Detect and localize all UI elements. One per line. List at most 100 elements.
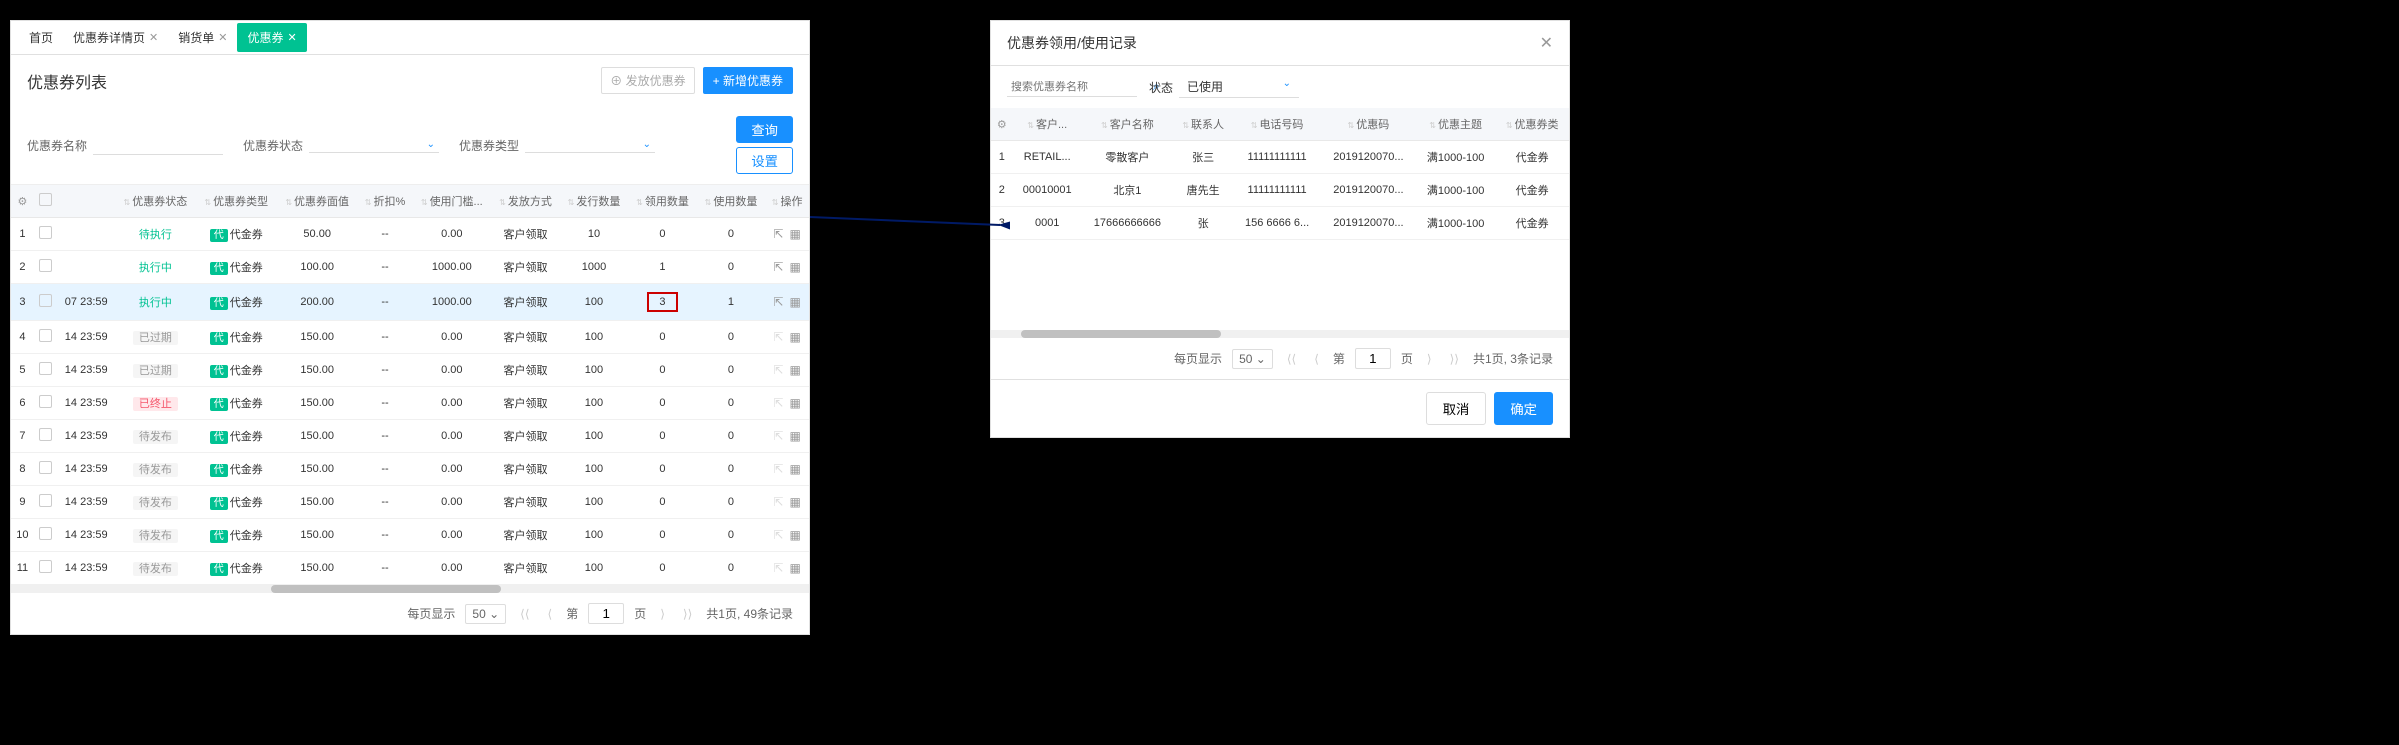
table-row[interactable]: 7 14 23:59 待发布 代代金券 150.00 -- 0.00 客户领取 … bbox=[11, 420, 809, 453]
claimed-count[interactable]: 0 bbox=[628, 519, 697, 552]
tab-优惠券详情页[interactable]: 优惠券详情页✕ bbox=[63, 23, 168, 52]
tab-首页[interactable]: 首页 bbox=[19, 23, 63, 52]
page-last-icon[interactable]: ⟩⟩ bbox=[679, 607, 696, 621]
claimed-count[interactable]: 0 bbox=[628, 552, 697, 585]
table-row[interactable]: 2 00010001 北京1 唐先生 11111111111 201912007… bbox=[991, 174, 1569, 207]
column-header[interactable]: ⇅使用数量 bbox=[697, 185, 766, 218]
share-icon[interactable]: ⇱ bbox=[773, 561, 783, 575]
table-row[interactable]: 6 14 23:59 已终止 代代金券 150.00 -- 0.00 客户领取 … bbox=[11, 387, 809, 420]
page-number-input[interactable] bbox=[588, 603, 624, 624]
page-prev-icon[interactable]: ⟨ bbox=[1310, 352, 1323, 366]
row-checkbox[interactable] bbox=[39, 428, 52, 441]
modal-horizontal-scrollbar[interactable] bbox=[991, 330, 1569, 338]
column-header[interactable]: ⇅电话号码 bbox=[1233, 108, 1321, 141]
tab-销货单[interactable]: 销货单✕ bbox=[168, 23, 237, 52]
coupon-status-select[interactable]: ⌄ bbox=[309, 137, 439, 153]
table-row[interactable]: 11 14 23:59 待发布 代代金券 150.00 -- 0.00 客户领取… bbox=[11, 552, 809, 585]
modal-search-box[interactable]: ⌕ bbox=[1007, 77, 1137, 97]
column-header[interactable]: ⇅领用数量 bbox=[628, 185, 697, 218]
claimed-count[interactable]: 0 bbox=[628, 321, 697, 354]
qrcode-icon[interactable]: ▦ bbox=[789, 396, 800, 410]
select-all-checkbox[interactable] bbox=[39, 193, 52, 206]
coupon-name-input[interactable] bbox=[93, 135, 223, 155]
qrcode-icon[interactable]: ▦ bbox=[789, 495, 800, 509]
modal-status-select[interactable]: 已使用 ⌄ bbox=[1179, 76, 1299, 98]
gear-icon[interactable]: ⚙ bbox=[17, 196, 27, 208]
tab-close-icon[interactable]: ✕ bbox=[149, 31, 158, 44]
claimed-count[interactable]: 0 bbox=[628, 453, 697, 486]
table-row[interactable]: 1 RETAIL... 零散客户 张三 11111111111 20191200… bbox=[991, 141, 1569, 174]
share-icon[interactable]: ⇱ bbox=[773, 528, 783, 542]
column-header[interactable]: ⇅发行数量 bbox=[560, 185, 629, 218]
distribute-coupon-button[interactable]: ⊕ 发放优惠券 bbox=[601, 67, 694, 94]
qrcode-icon[interactable]: ▦ bbox=[789, 330, 800, 344]
cancel-button[interactable]: 取消 bbox=[1426, 392, 1487, 425]
search-button[interactable]: 查询 bbox=[736, 116, 793, 143]
claimed-count[interactable]: 0 bbox=[628, 387, 697, 420]
share-icon[interactable]: ⇱ bbox=[773, 330, 783, 344]
setting-button[interactable]: 设置 bbox=[736, 147, 793, 174]
table-row[interactable]: 3 0001 17666666666 张 156 6666 6... 20191… bbox=[991, 207, 1569, 240]
column-header[interactable]: ⇅优惠主题 bbox=[1416, 108, 1495, 141]
tab-close-icon[interactable]: ✕ bbox=[288, 31, 297, 44]
claimed-count[interactable]: 3 bbox=[628, 284, 697, 321]
column-header[interactable]: ⇅折扣% bbox=[358, 185, 413, 218]
tab-close-icon[interactable]: ✕ bbox=[218, 31, 227, 44]
page-next-icon[interactable]: ⟩ bbox=[656, 607, 669, 621]
row-checkbox[interactable] bbox=[39, 329, 52, 342]
qrcode-icon[interactable]: ▦ bbox=[789, 295, 800, 309]
tab-优惠券[interactable]: 优惠券✕ bbox=[237, 23, 306, 52]
row-checkbox[interactable] bbox=[39, 560, 52, 573]
column-header[interactable]: ⇅客户... bbox=[1013, 108, 1082, 141]
qrcode-icon[interactable]: ▦ bbox=[789, 363, 800, 377]
gear-icon[interactable]: ⚙ bbox=[997, 119, 1007, 131]
row-checkbox[interactable] bbox=[39, 226, 52, 239]
share-icon[interactable]: ⇱ bbox=[773, 363, 783, 377]
claimed-count[interactable]: 0 bbox=[628, 354, 697, 387]
page-first-icon[interactable]: ⟨⟨ bbox=[1283, 352, 1300, 366]
table-row[interactable]: 10 14 23:59 待发布 代代金券 150.00 -- 0.00 客户领取… bbox=[11, 519, 809, 552]
column-header[interactable]: ⇅使用门槛... bbox=[412, 185, 491, 218]
table-row[interactable]: 8 14 23:59 待发布 代代金券 150.00 -- 0.00 客户领取 … bbox=[11, 453, 809, 486]
claimed-count[interactable]: 0 bbox=[628, 486, 697, 519]
page-prev-icon[interactable]: ⟨ bbox=[544, 607, 557, 621]
horizontal-scrollbar[interactable] bbox=[11, 585, 809, 593]
share-icon[interactable]: ⇱ bbox=[773, 295, 783, 309]
table-row[interactable]: 1 待执行 代代金券 50.00 -- 0.00 客户领取 10 0 0 ⇱▦ bbox=[11, 218, 809, 251]
table-row[interactable]: 9 14 23:59 待发布 代代金券 150.00 -- 0.00 客户领取 … bbox=[11, 486, 809, 519]
share-icon[interactable]: ⇱ bbox=[773, 260, 783, 274]
table-row[interactable]: 2 执行中 代代金券 100.00 -- 1000.00 客户领取 1000 1… bbox=[11, 251, 809, 284]
modal-page-number-input[interactable] bbox=[1355, 348, 1391, 369]
share-icon[interactable]: ⇱ bbox=[773, 227, 783, 241]
add-coupon-button[interactable]: + 新增优惠券 bbox=[703, 67, 793, 94]
row-checkbox[interactable] bbox=[39, 494, 52, 507]
row-checkbox[interactable] bbox=[39, 294, 52, 307]
claimed-count[interactable]: 0 bbox=[628, 420, 697, 453]
column-header[interactable]: ⇅操作 bbox=[765, 185, 809, 218]
page-last-icon[interactable]: ⟩⟩ bbox=[1446, 352, 1463, 366]
row-checkbox[interactable] bbox=[39, 362, 52, 375]
qrcode-icon[interactable]: ▦ bbox=[789, 528, 800, 542]
qrcode-icon[interactable]: ▦ bbox=[789, 227, 800, 241]
row-checkbox[interactable] bbox=[39, 461, 52, 474]
per-page-select[interactable]: 50 ⌄ bbox=[465, 604, 506, 624]
column-header[interactable]: ⇅联系人 bbox=[1173, 108, 1233, 141]
column-header[interactable]: ⇅优惠券类 bbox=[1495, 108, 1569, 141]
row-checkbox[interactable] bbox=[39, 259, 52, 272]
column-header[interactable]: ⇅优惠券状态 bbox=[115, 185, 196, 218]
column-header[interactable]: ⇅优惠券面值 bbox=[277, 185, 358, 218]
row-checkbox[interactable] bbox=[39, 395, 52, 408]
column-header[interactable]: ⇅优惠码 bbox=[1321, 108, 1416, 141]
modal-search-input[interactable] bbox=[1011, 81, 1153, 93]
share-icon[interactable]: ⇱ bbox=[773, 429, 783, 443]
claimed-count[interactable]: 1 bbox=[628, 251, 697, 284]
qrcode-icon[interactable]: ▦ bbox=[789, 462, 800, 476]
claimed-count[interactable]: 0 bbox=[628, 218, 697, 251]
qrcode-icon[interactable]: ▦ bbox=[789, 561, 800, 575]
coupon-type-select[interactable]: ⌄ bbox=[525, 137, 655, 153]
row-checkbox[interactable] bbox=[39, 527, 52, 540]
claimed-count-highlighted[interactable]: 3 bbox=[647, 292, 677, 312]
page-next-icon[interactable]: ⟩ bbox=[1423, 352, 1436, 366]
column-header[interactable]: ⇅优惠券类型 bbox=[196, 185, 277, 218]
table-row[interactable]: 4 14 23:59 已过期 代代金券 150.00 -- 0.00 客户领取 … bbox=[11, 321, 809, 354]
